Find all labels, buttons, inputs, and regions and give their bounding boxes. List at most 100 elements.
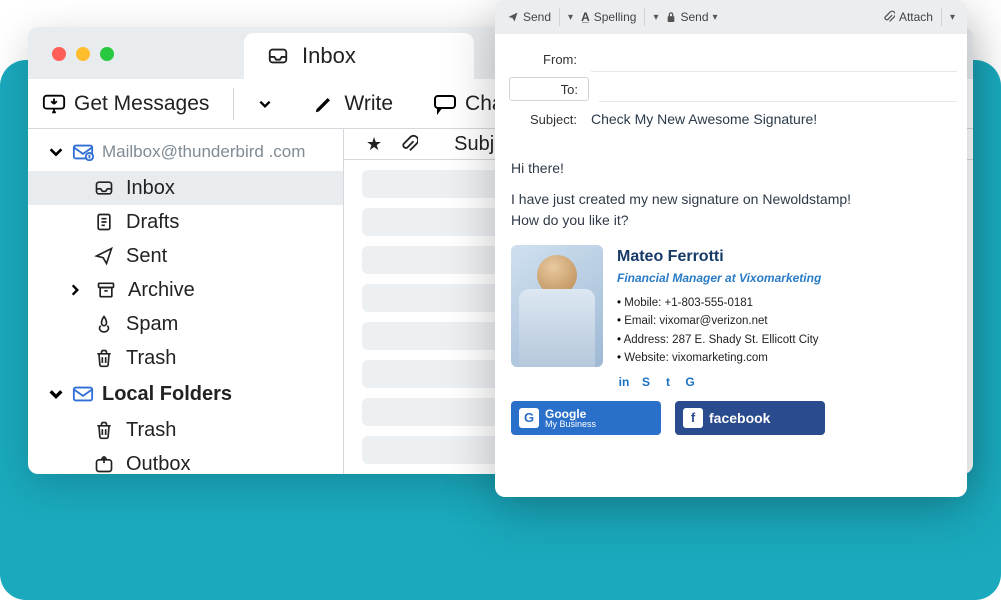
facebook-icon: f [683, 408, 703, 428]
chevron-down-icon[interactable]: ▾ [568, 12, 573, 23]
chevron-down-icon[interactable] [258, 92, 272, 116]
signature-mobile: Mobile: +1-803-555-0181 [617, 295, 821, 312]
sent-icon [92, 244, 116, 268]
inbox-icon [266, 44, 290, 68]
write-button[interactable]: Write [312, 92, 393, 116]
attach-label: Attach [899, 10, 933, 24]
sidebar-item-label: Outbox [126, 453, 190, 475]
paperclip-icon [883, 10, 895, 24]
compose-headers: From: To: Subject: Check My New Awesome … [495, 34, 967, 140]
toolbar-divider [644, 8, 645, 26]
send-button[interactable]: Send [507, 10, 551, 24]
google-icon[interactable]: G [683, 373, 697, 391]
to-row: To: [505, 74, 957, 104]
signature-title: Financial Manager at Vixomarketing [617, 269, 821, 287]
compose-toolbar: Send ▾ A̲ Spelling ▾ Send ▾ Attach ▾ [495, 0, 967, 34]
skype-icon[interactable]: S [639, 373, 653, 391]
chevron-right-icon [68, 283, 84, 297]
account-email: Mailbox@thunderbird .com [102, 142, 305, 162]
sidebar-item-sent[interactable]: Sent [28, 239, 343, 273]
trash-icon [92, 418, 116, 442]
from-row: From: [505, 44, 957, 74]
sidebar-item-label: Inbox [126, 177, 175, 200]
window-controls[interactable] [52, 47, 114, 61]
folder-sidebar: Mailbox@thunderbird .com Inbox Drafts Se… [28, 129, 344, 474]
chat-icon [433, 92, 457, 116]
archive-icon [94, 278, 118, 302]
signature-social: in S t G [617, 373, 821, 391]
spelling-button[interactable]: A̲ Spelling [581, 10, 636, 24]
chevron-down-icon [48, 386, 64, 402]
gmb-line1: Google [545, 408, 596, 420]
sidebar-item-outbox[interactable]: Outbox [28, 447, 343, 474]
gmb-line2: My Business [545, 420, 596, 429]
sidebar-item-label: Drafts [126, 211, 179, 234]
local-folders-row[interactable]: Local Folders [28, 375, 343, 413]
local-folders-icon [72, 385, 94, 403]
attachment-column-icon[interactable] [400, 134, 418, 154]
sidebar-item-drafts[interactable]: Drafts [28, 205, 343, 239]
facebook-label: facebook [709, 408, 770, 429]
inbox-icon [92, 176, 116, 200]
signature-buttons: G Google My Business f facebook [511, 401, 955, 435]
compose-body[interactable]: Hi there! I have just created my new sig… [495, 140, 967, 447]
tab-inbox[interactable]: Inbox [244, 33, 474, 79]
send-icon [507, 11, 519, 23]
from-field[interactable] [591, 46, 957, 72]
close-window-dot[interactable] [52, 47, 66, 61]
security-send-button[interactable]: Send ▾ [666, 10, 717, 24]
body-line-2: How do you like it? [511, 210, 955, 231]
signature-website: Website: vixomarketing.com [617, 350, 821, 367]
to-label-box[interactable]: To: [509, 77, 589, 101]
star-column-icon[interactable]: ★ [366, 134, 382, 155]
toolbar-divider [941, 8, 942, 26]
write-label: Write [344, 92, 393, 116]
chevron-down-icon[interactable]: ▾ [653, 12, 658, 23]
sidebar-item-label: Sent [126, 245, 167, 268]
download-monitor-icon [42, 92, 66, 116]
spelling-label: Spelling [594, 10, 637, 24]
from-label: From: [505, 52, 591, 67]
account-row[interactable]: Mailbox@thunderbird .com [28, 133, 343, 171]
security-send-label: Send [680, 10, 708, 24]
sidebar-item-spam[interactable]: Spam [28, 307, 343, 341]
chevron-down-icon[interactable]: ▾ [950, 12, 955, 23]
chevron-down-icon [48, 144, 64, 160]
signature-details: Mateo Ferrotti Financial Manager at Vixo… [617, 245, 821, 391]
sidebar-item-local-trash[interactable]: Trash [28, 413, 343, 447]
signature-address: Address: 287 E. Shady St. Ellicott City [617, 332, 821, 349]
to-label: To: [561, 82, 578, 97]
subject-field[interactable]: Check My New Awesome Signature! [591, 106, 957, 132]
linkedin-icon[interactable]: in [617, 373, 631, 391]
get-messages-label: Get Messages [74, 92, 209, 116]
attach-button[interactable]: Attach [883, 10, 933, 24]
toolbar-divider [233, 88, 234, 120]
send-label: Send [523, 10, 551, 24]
tab-inbox-label: Inbox [302, 43, 356, 69]
google-my-business-button[interactable]: G Google My Business [511, 401, 661, 435]
compose-window: Send ▾ A̲ Spelling ▾ Send ▾ Attach ▾ Fro… [495, 0, 967, 497]
trash-icon [92, 346, 116, 370]
sidebar-item-label: Archive [128, 279, 195, 302]
to-field[interactable] [599, 76, 957, 102]
avatar [511, 245, 603, 367]
twitter-icon[interactable]: t [661, 373, 675, 391]
outbox-icon [92, 452, 116, 474]
google-business-icon: G [519, 408, 539, 428]
facebook-button[interactable]: f facebook [675, 401, 825, 435]
signature-name: Mateo Ferrotti [617, 245, 821, 269]
lock-icon [666, 11, 676, 23]
drafts-icon [92, 210, 116, 234]
get-messages-button[interactable]: Get Messages [42, 92, 209, 116]
toolbar-divider [559, 8, 560, 26]
body-line-1: I have just created my new signature on … [511, 189, 955, 210]
subject-row: Subject: Check My New Awesome Signature! [505, 104, 957, 134]
subject-label: Subject: [505, 112, 591, 127]
signature-email: Email: vixomar@verizon.net [617, 313, 821, 330]
minimize-window-dot[interactable] [76, 47, 90, 61]
sidebar-item-trash[interactable]: Trash [28, 341, 343, 375]
fullscreen-window-dot[interactable] [100, 47, 114, 61]
sidebar-item-inbox[interactable]: Inbox [28, 171, 343, 205]
sidebar-item-archive[interactable]: Archive [28, 273, 343, 307]
chevron-down-icon: ▾ [713, 12, 718, 23]
